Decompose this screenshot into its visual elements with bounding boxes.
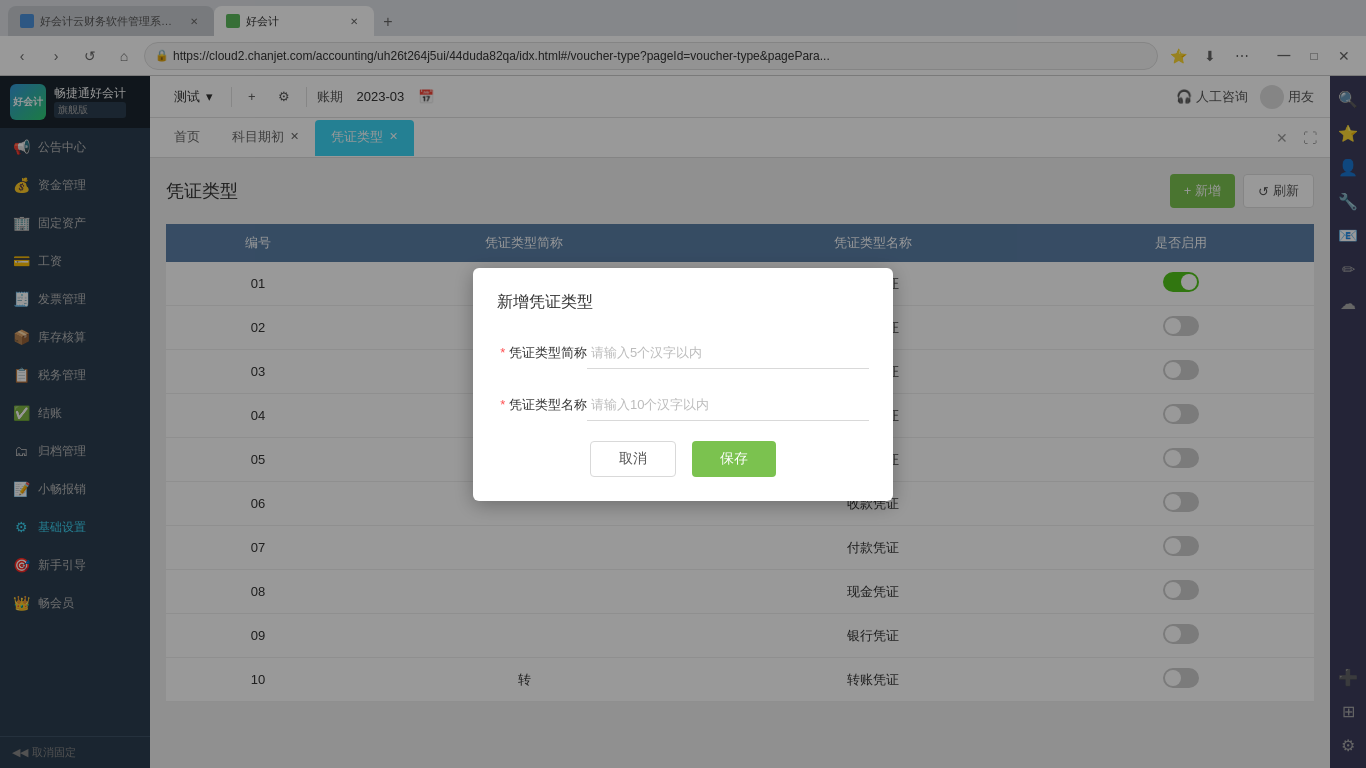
field-abbr-input[interactable] <box>587 337 869 369</box>
field-name-input[interactable] <box>587 389 869 421</box>
field-name-label: 凭证类型名称 <box>497 396 587 414</box>
cancel-button[interactable]: 取消 <box>590 441 676 477</box>
form-field-name: 凭证类型名称 <box>497 389 869 421</box>
dialog-title: 新增凭证类型 <box>497 292 869 313</box>
add-voucher-type-dialog: 新增凭证类型 凭证类型简称 凭证类型名称 取消 保存 <box>473 268 893 501</box>
dialog-overlay: 新增凭证类型 凭证类型简称 凭证类型名称 取消 保存 <box>0 0 1366 768</box>
dialog-actions: 取消 保存 <box>497 441 869 477</box>
form-field-abbr: 凭证类型简称 <box>497 337 869 369</box>
field-abbr-label: 凭证类型简称 <box>497 344 587 362</box>
save-button[interactable]: 保存 <box>692 441 776 477</box>
